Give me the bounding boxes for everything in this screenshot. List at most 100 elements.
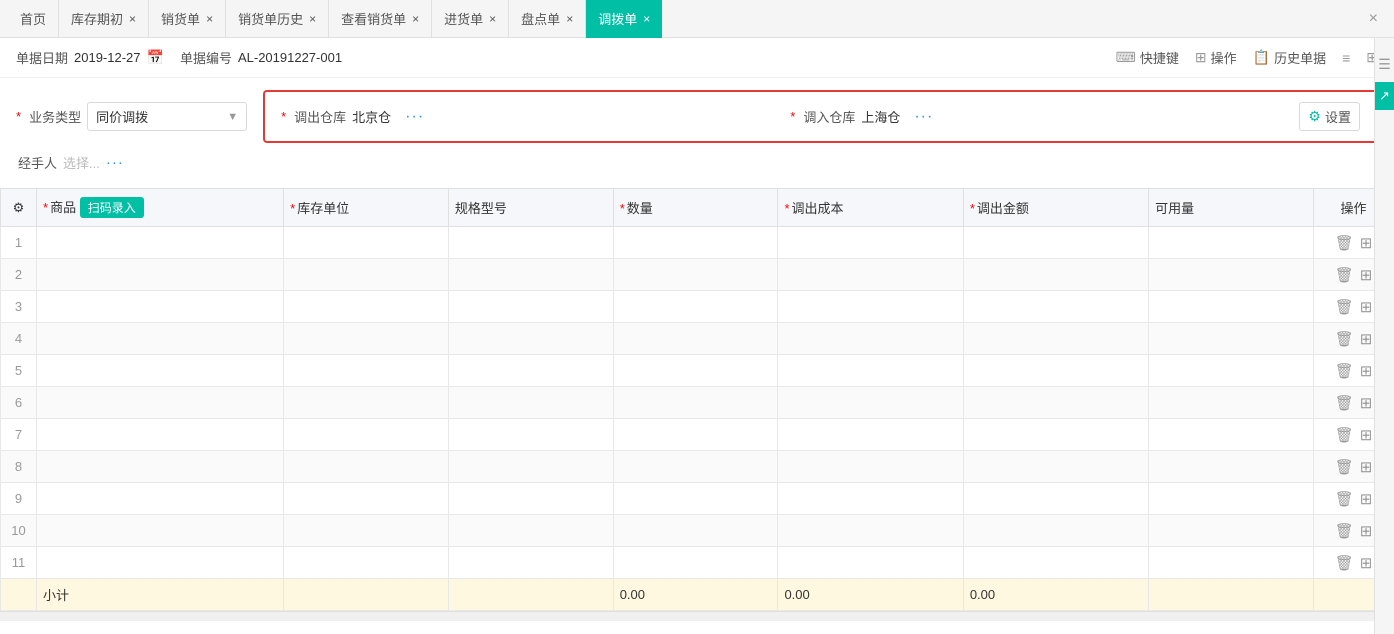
amount-8[interactable]	[963, 451, 1148, 483]
unit-1[interactable]	[284, 227, 449, 259]
spec-11[interactable]	[448, 547, 613, 579]
spec-9[interactable]	[448, 483, 613, 515]
spec-5[interactable]	[448, 355, 613, 387]
shortcuts-button[interactable]: ⌨ 快捷键	[1116, 48, 1179, 67]
copy-icon-1[interactable]: ⊞	[1360, 234, 1373, 252]
sidebar-expand-icon[interactable]: ↗	[1375, 82, 1394, 110]
delete-icon-8[interactable]: 🗑	[1335, 458, 1354, 476]
unit-9[interactable]	[284, 483, 449, 515]
copy-icon-11[interactable]: ⊞	[1360, 554, 1373, 572]
amount-11[interactable]	[963, 547, 1148, 579]
horizontal-scrollbar[interactable]	[0, 611, 1394, 621]
cost-11[interactable]	[778, 547, 963, 579]
cost-9[interactable]	[778, 483, 963, 515]
copy-icon-7[interactable]: ⊞	[1360, 426, 1373, 444]
cost-6[interactable]	[778, 387, 963, 419]
delete-icon-6[interactable]: 🗑	[1335, 394, 1354, 412]
sidebar-list-icon[interactable]: ☰	[1375, 54, 1394, 74]
setting-button[interactable]: ⚙ 设置	[1299, 102, 1360, 131]
copy-icon-10[interactable]: ⊞	[1360, 522, 1373, 540]
amount-3[interactable]	[963, 291, 1148, 323]
spec-7[interactable]	[448, 419, 613, 451]
spec-3[interactable]	[448, 291, 613, 323]
delete-icon-9[interactable]: 🗑	[1335, 490, 1354, 508]
product-2[interactable]	[37, 259, 284, 291]
unit-8[interactable]	[284, 451, 449, 483]
cost-8[interactable]	[778, 451, 963, 483]
cost-10[interactable]	[778, 515, 963, 547]
tab-close-view-sales[interactable]: ×	[412, 12, 419, 26]
product-7[interactable]	[37, 419, 284, 451]
product-4[interactable]	[37, 323, 284, 355]
delete-icon-2[interactable]: 🗑	[1335, 266, 1354, 284]
unit-7[interactable]	[284, 419, 449, 451]
layout-button-1[interactable]: ≡	[1342, 50, 1350, 66]
unit-3[interactable]	[284, 291, 449, 323]
delete-icon-1[interactable]: 🗑	[1335, 234, 1354, 252]
amount-6[interactable]	[963, 387, 1148, 419]
product-6[interactable]	[37, 387, 284, 419]
product-10[interactable]	[37, 515, 284, 547]
cost-5[interactable]	[778, 355, 963, 387]
window-close-button[interactable]: ×	[1361, 10, 1386, 28]
unit-2[interactable]	[284, 259, 449, 291]
copy-icon-6[interactable]: ⊞	[1360, 394, 1373, 412]
product-8[interactable]	[37, 451, 284, 483]
tab-close-transfer[interactable]: ×	[643, 12, 650, 26]
product-5[interactable]	[37, 355, 284, 387]
copy-icon-8[interactable]: ⊞	[1360, 458, 1373, 476]
spec-8[interactable]	[448, 451, 613, 483]
cost-4[interactable]	[778, 323, 963, 355]
tab-view-sales[interactable]: 查看销货单 ×	[329, 0, 432, 38]
amount-4[interactable]	[963, 323, 1148, 355]
warehouse-in-more-button[interactable]: ···	[914, 108, 933, 126]
qty-4[interactable]	[613, 323, 778, 355]
handler-select[interactable]: 选择...	[63, 153, 100, 172]
amount-9[interactable]	[963, 483, 1148, 515]
product-3[interactable]	[37, 291, 284, 323]
tab-home[interactable]: 首页	[8, 0, 59, 38]
tab-close-sales-order[interactable]: ×	[206, 12, 213, 26]
unit-10[interactable]	[284, 515, 449, 547]
qty-7[interactable]	[613, 419, 778, 451]
qty-6[interactable]	[613, 387, 778, 419]
qty-10[interactable]	[613, 515, 778, 547]
qty-9[interactable]	[613, 483, 778, 515]
tab-stock-init[interactable]: 库存期初 ×	[59, 0, 149, 38]
qty-1[interactable]	[613, 227, 778, 259]
delete-icon-5[interactable]: 🗑	[1335, 362, 1354, 380]
unit-5[interactable]	[284, 355, 449, 387]
tab-close-inventory[interactable]: ×	[566, 12, 573, 26]
product-1[interactable]	[37, 227, 284, 259]
history-button[interactable]: 📋 历史单据	[1253, 48, 1326, 67]
scan-button[interactable]: 扫码录入	[80, 197, 144, 218]
copy-icon-5[interactable]: ⊞	[1360, 362, 1373, 380]
qty-3[interactable]	[613, 291, 778, 323]
spec-4[interactable]	[448, 323, 613, 355]
copy-icon-3[interactable]: ⊞	[1360, 298, 1373, 316]
tab-purchase[interactable]: 进货单 ×	[432, 0, 509, 38]
qty-8[interactable]	[613, 451, 778, 483]
copy-icon-9[interactable]: ⊞	[1360, 490, 1373, 508]
gear-icon[interactable]: ⚙	[13, 200, 25, 215]
tab-close-purchase[interactable]: ×	[489, 12, 496, 26]
copy-icon-2[interactable]: ⊞	[1360, 266, 1373, 284]
tab-sales-order[interactable]: 销货单 ×	[149, 0, 226, 38]
amount-10[interactable]	[963, 515, 1148, 547]
spec-6[interactable]	[448, 387, 613, 419]
unit-6[interactable]	[284, 387, 449, 419]
handler-more-button[interactable]: ···	[106, 154, 124, 171]
qty-5[interactable]	[613, 355, 778, 387]
amount-7[interactable]	[963, 419, 1148, 451]
cost-7[interactable]	[778, 419, 963, 451]
qty-2[interactable]	[613, 259, 778, 291]
tab-close-stock-init[interactable]: ×	[129, 12, 136, 26]
warehouse-out-more-button[interactable]: ···	[405, 108, 424, 126]
delete-icon-3[interactable]: 🗑	[1335, 298, 1354, 316]
tab-close-sales-history[interactable]: ×	[309, 12, 316, 26]
tab-inventory[interactable]: 盘点单 ×	[509, 0, 586, 38]
amount-2[interactable]	[963, 259, 1148, 291]
unit-4[interactable]	[284, 323, 449, 355]
unit-11[interactable]	[284, 547, 449, 579]
delete-icon-4[interactable]: 🗑	[1335, 330, 1354, 348]
